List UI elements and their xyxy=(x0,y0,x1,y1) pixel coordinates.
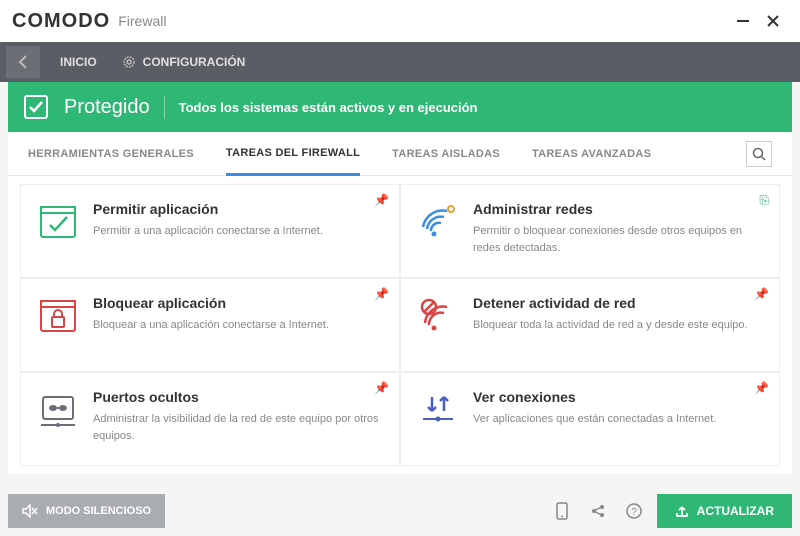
share-icon xyxy=(590,503,606,519)
status-message: Todos los sistemas están activos y en ej… xyxy=(179,100,478,115)
wifi-icon xyxy=(417,201,459,243)
close-button[interactable] xyxy=(758,6,788,36)
tab-general-tools[interactable]: HERRAMIENTAS GENERALES xyxy=(28,134,194,174)
pin-icon[interactable]: 📌 xyxy=(754,381,769,395)
minimize-button[interactable] xyxy=(728,6,758,36)
update-label: ACTUALIZAR xyxy=(697,504,774,518)
mute-icon xyxy=(22,504,38,518)
pin-icon[interactable]: ⎘ xyxy=(759,193,769,208)
nav-home-label: INICIO xyxy=(60,55,97,69)
chevron-left-icon xyxy=(18,54,28,70)
card-desc: Bloquear toda la actividad de red a y de… xyxy=(473,317,765,334)
card-manage-networks[interactable]: Administrar redes Permitir o bloquear co… xyxy=(400,184,780,278)
titlebar: COMODO Firewall xyxy=(0,0,800,42)
card-title: Permitir aplicación xyxy=(93,201,385,217)
status-bar: Protegido Todos los sistemas están activ… xyxy=(8,82,792,132)
search-button[interactable] xyxy=(746,141,772,167)
pin-icon[interactable]: 📌 xyxy=(374,381,389,395)
share-button[interactable] xyxy=(585,498,611,524)
stop-network-icon xyxy=(417,295,459,337)
card-title: Administrar redes xyxy=(473,201,765,217)
nav-settings[interactable]: CONFIGURACIÓN xyxy=(109,42,258,82)
silent-mode-button[interactable]: MODO SILENCIOSO xyxy=(8,494,165,528)
card-desc: Administrar la visibilidad de la red de … xyxy=(93,411,385,444)
task-grid: Permitir aplicación Permitir a una aplic… xyxy=(8,176,792,474)
allow-app-icon xyxy=(37,201,79,243)
card-title: Puertos ocultos xyxy=(93,389,385,405)
card-view-connections[interactable]: Ver conexiones Ver aplicaciones que está… xyxy=(400,372,780,466)
navbar: INICIO CONFIGURACIÓN xyxy=(0,42,800,82)
minimize-icon xyxy=(737,20,749,22)
status-title: Protegido xyxy=(64,96,165,119)
close-icon xyxy=(767,15,779,27)
help-button[interactable]: ? xyxy=(621,498,647,524)
svg-text:?: ? xyxy=(631,507,637,518)
card-desc: Ver aplicaciones que están conectadas a … xyxy=(473,411,765,428)
card-title: Detener actividad de red xyxy=(473,295,765,311)
search-icon xyxy=(752,147,766,161)
gear-icon xyxy=(121,54,137,70)
card-title: Ver conexiones xyxy=(473,389,765,405)
card-desc: Permitir a una aplicación conectarse a I… xyxy=(93,223,385,240)
card-stop-network[interactable]: Detener actividad de red Bloquear toda l… xyxy=(400,278,780,372)
update-icon xyxy=(675,504,689,518)
tab-bar: HERRAMIENTAS GENERALES TAREAS DEL FIREWA… xyxy=(8,132,792,176)
card-desc: Bloquear a una aplicación conectarse a I… xyxy=(93,317,385,334)
connections-icon xyxy=(417,389,459,431)
mobile-button[interactable] xyxy=(549,498,575,524)
back-button[interactable] xyxy=(6,46,40,78)
help-icon: ? xyxy=(626,503,642,519)
mobile-icon xyxy=(556,502,568,520)
tab-isolated-tasks[interactable]: TAREAS AISLADAS xyxy=(392,134,500,174)
hidden-ports-icon xyxy=(37,389,79,431)
brand-logo: COMODO xyxy=(12,10,110,33)
card-title: Bloquear aplicación xyxy=(93,295,385,311)
tab-firewall-tasks[interactable]: TAREAS DEL FIREWALL xyxy=(226,133,360,176)
silent-mode-label: MODO SILENCIOSO xyxy=(46,505,151,517)
footer: MODO SILENCIOSO ? ACTUALIZAR xyxy=(8,494,792,528)
tab-advanced-tasks[interactable]: TAREAS AVANZADAS xyxy=(532,134,651,174)
pin-icon[interactable]: 📌 xyxy=(374,193,389,207)
product-name: Firewall xyxy=(118,13,166,29)
card-allow-app[interactable]: Permitir aplicación Permitir a una aplic… xyxy=(20,184,400,278)
shield-check-icon xyxy=(22,93,50,121)
block-app-icon xyxy=(37,295,79,337)
card-hidden-ports[interactable]: Puertos ocultos Administrar la visibilid… xyxy=(20,372,400,466)
update-button[interactable]: ACTUALIZAR xyxy=(657,494,792,528)
nav-home[interactable]: INICIO xyxy=(48,42,109,82)
nav-settings-label: CONFIGURACIÓN xyxy=(143,55,246,69)
pin-icon[interactable]: 📌 xyxy=(754,287,769,301)
card-desc: Permitir o bloquear conexiones desde otr… xyxy=(473,223,765,256)
card-block-app[interactable]: Bloquear aplicación Bloquear a una aplic… xyxy=(20,278,400,372)
pin-icon[interactable]: 📌 xyxy=(374,287,389,301)
